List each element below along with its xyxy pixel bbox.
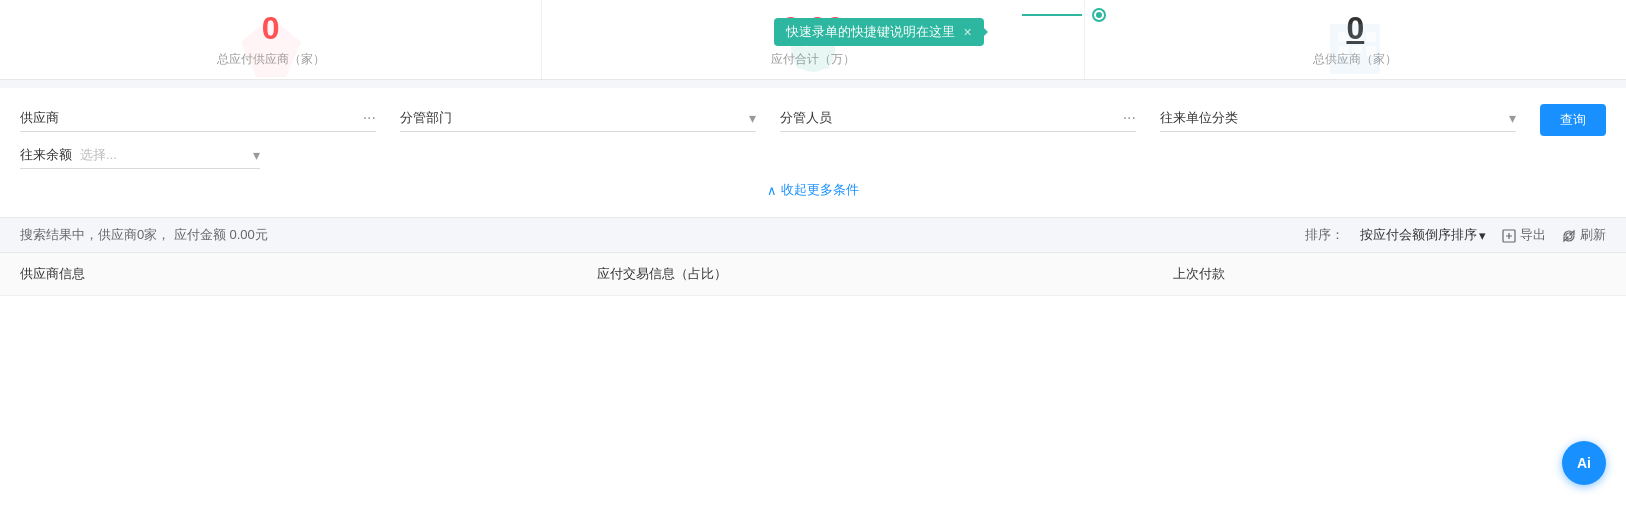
stat-label-payable-total: 应付合计（万） xyxy=(771,51,855,68)
export-icon xyxy=(1502,227,1516,243)
person-input[interactable] xyxy=(840,110,1119,125)
stat-payable-total: 0.00 应付合计（万） 快速录单的快捷键说明在这里 × xyxy=(542,0,1084,79)
stat-label-payable-suppliers: 总应付供应商（家） xyxy=(217,51,325,68)
refresh-button[interactable]: 刷新 xyxy=(1562,226,1606,244)
collapse-bar: ∧ 收起更多条件 xyxy=(20,175,1606,209)
supplier-input[interactable] xyxy=(78,110,359,125)
tooltip-close-button[interactable]: × xyxy=(963,24,971,40)
tooltip-dot xyxy=(1094,10,1104,20)
sort-dropdown-icon: ▾ xyxy=(1479,228,1486,243)
category-dropdown-icon[interactable]: ▾ xyxy=(1509,110,1516,126)
department-dropdown-icon[interactable]: ▾ xyxy=(749,110,756,126)
export-button[interactable]: 导出 xyxy=(1502,226,1546,244)
stats-bar: 0 总应付供应商（家） 0.00 应付合计（万） 快速录单的快捷键说明在这里 × xyxy=(0,0,1626,80)
supplier-label: 供应商 xyxy=(20,109,70,127)
stat-label-total-suppliers: 总供应商（家） xyxy=(1313,51,1397,68)
collapse-up-icon: ∧ xyxy=(767,183,777,198)
svg-rect-9 xyxy=(1366,32,1376,42)
query-button[interactable]: 查询 xyxy=(1540,104,1606,136)
department-filter-item: 分管部门 ▾ xyxy=(400,109,756,132)
results-right: 排序： 按应付会额倒序排序 ▾ 导出 刷新 xyxy=(1305,226,1606,244)
category-input[interactable] xyxy=(1246,110,1505,125)
tooltip-text: 快速录单的快捷键说明在这里 xyxy=(786,23,955,41)
collapse-button[interactable]: ∧ 收起更多条件 xyxy=(767,181,859,199)
sort-button[interactable]: 按应付会额倒序排序 ▾ xyxy=(1360,226,1486,244)
stat-value-payable-suppliers: 0 xyxy=(262,11,280,46)
stat-value-total-suppliers: 0 xyxy=(1346,11,1364,46)
tooltip-line xyxy=(1022,14,1082,16)
collapse-label: 收起更多条件 xyxy=(781,181,859,199)
sort-label: 排序： xyxy=(1305,226,1344,244)
category-label: 往来单位分类 xyxy=(1160,109,1238,127)
th-lastpay: 上次付款 xyxy=(1173,265,1606,283)
sort-option-text: 按应付会额倒序排序 xyxy=(1360,226,1477,244)
person-more-icon[interactable]: ··· xyxy=(1123,109,1136,127)
refresh-label: 刷新 xyxy=(1580,226,1606,244)
balance-dropdown-icon[interactable]: ▾ xyxy=(253,147,260,163)
th-payable: 应付交易信息（占比） xyxy=(597,265,1174,283)
balance-label: 往来余额 xyxy=(20,146,72,164)
stat-total-payable-suppliers: 0 总应付供应商（家） xyxy=(0,0,542,79)
tooltip-container: 快速录单的快捷键说明在这里 × xyxy=(1022,10,1104,20)
refresh-icon xyxy=(1562,227,1576,243)
filter-area: 供应商 ··· 分管部门 ▾ 分管人员 ··· 往来单位分类 ▾ 查询 往来余额 xyxy=(0,88,1626,218)
supplier-more-icon[interactable]: ··· xyxy=(363,109,376,127)
results-bar: 搜索结果中，供应商0家， 应付金额 0.00元 排序： 按应付会额倒序排序 ▾ … xyxy=(0,218,1626,253)
filter-row-2: 往来余额 选择... ▾ xyxy=(20,146,1606,169)
person-filter-item: 分管人员 ··· xyxy=(780,109,1136,132)
supplier-filter-item: 供应商 ··· xyxy=(20,109,376,132)
filter-row-1: 供应商 ··· 分管部门 ▾ 分管人员 ··· 往来单位分类 ▾ 查询 xyxy=(20,104,1606,136)
table-body xyxy=(0,296,1626,515)
table-area: 供应商信息 应付交易信息（占比） 上次付款 xyxy=(0,253,1626,515)
ai-label: Ai xyxy=(1577,455,1591,471)
results-amount-text: 应付金额 0.00元 xyxy=(174,227,268,242)
person-label: 分管人员 xyxy=(780,109,832,127)
export-label: 导出 xyxy=(1520,226,1546,244)
balance-placeholder: 选择... xyxy=(80,146,249,164)
ai-button[interactable]: Ai xyxy=(1562,441,1606,485)
balance-filter-item: 往来余额 选择... ▾ xyxy=(20,146,260,169)
tooltip-bubble: 快速录单的快捷键说明在这里 × xyxy=(774,18,983,46)
category-filter-item: 往来单位分类 ▾ xyxy=(1160,109,1516,132)
results-summary: 搜索结果中，供应商0家， 应付金额 0.00元 xyxy=(20,226,268,244)
department-input[interactable] xyxy=(460,110,745,125)
results-summary-text: 搜索结果中，供应商0家 xyxy=(20,227,157,242)
stat-total-suppliers: 0 总供应商（家） xyxy=(1085,0,1626,79)
th-supplier: 供应商信息 xyxy=(20,265,597,283)
table-header: 供应商信息 应付交易信息（占比） 上次付款 xyxy=(0,253,1626,296)
department-label: 分管部门 xyxy=(400,109,452,127)
